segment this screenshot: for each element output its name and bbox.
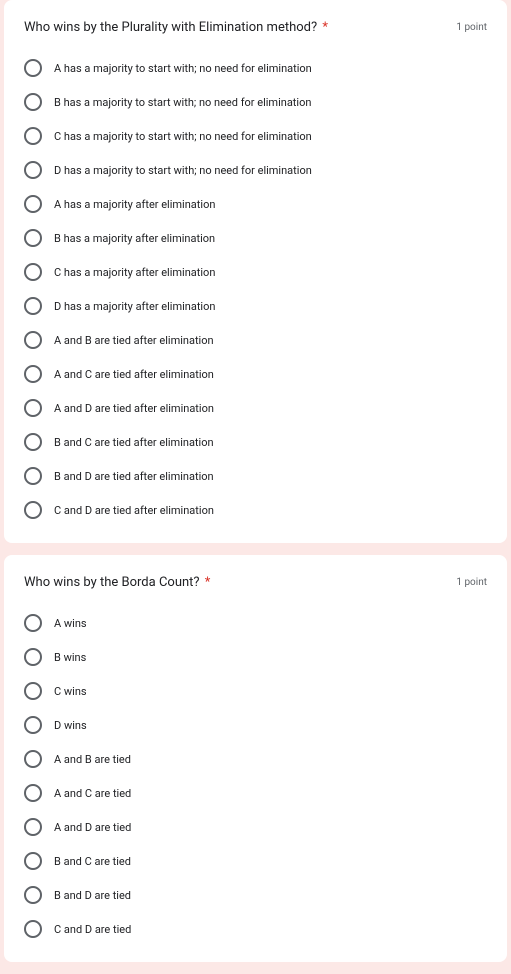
- option-label: B has a majority after elimination: [54, 232, 215, 245]
- radio-icon: [24, 263, 42, 281]
- radio-option[interactable]: C has a majority to start with; no need …: [24, 119, 487, 153]
- radio-icon: [24, 501, 42, 519]
- radio-option[interactable]: A and B are tied after elimination: [24, 323, 487, 357]
- radio-option[interactable]: B and C are tied: [24, 844, 487, 878]
- option-label: A and D are tied after elimination: [54, 402, 214, 415]
- radio-icon: [24, 433, 42, 451]
- points-label: 1 point: [456, 20, 487, 33]
- radio-icon: [24, 59, 42, 77]
- radio-option[interactable]: B and C are tied after elimination: [24, 425, 487, 459]
- option-label: C wins: [54, 685, 87, 698]
- radio-icon: [24, 818, 42, 836]
- required-asterisk: *: [205, 575, 211, 590]
- option-label: A has a majority to start with; no need …: [54, 62, 312, 75]
- question-card: Who wins by the Borda Count? * 1 point A…: [4, 555, 507, 962]
- option-label: A has a majority after elimination: [54, 198, 215, 211]
- radio-option[interactable]: A and C are tied after elimination: [24, 357, 487, 391]
- radio-option[interactable]: C and D are tied after elimination: [24, 493, 487, 527]
- radio-icon: [24, 127, 42, 145]
- radio-icon: [24, 852, 42, 870]
- option-label: C and D are tied: [54, 923, 131, 936]
- radio-icon: [24, 93, 42, 111]
- required-asterisk: *: [322, 20, 328, 35]
- radio-option[interactable]: C has a majority after elimination: [24, 255, 487, 289]
- radio-option[interactable]: A and C are tied: [24, 776, 487, 810]
- radio-option[interactable]: D wins: [24, 708, 487, 742]
- radio-icon: [24, 467, 42, 485]
- option-label: B and D are tied: [54, 889, 131, 902]
- option-label: A and C are tied: [54, 787, 131, 800]
- option-label: A and C are tied after elimination: [54, 368, 214, 381]
- option-label: D wins: [54, 719, 87, 732]
- radio-icon: [24, 614, 42, 632]
- option-label: B wins: [54, 651, 86, 664]
- radio-icon: [24, 399, 42, 417]
- radio-option[interactable]: A has a majority to start with; no need …: [24, 51, 487, 85]
- radio-option[interactable]: A has a majority after elimination: [24, 187, 487, 221]
- option-label: B and C are tied: [54, 855, 131, 868]
- radio-icon: [24, 195, 42, 213]
- option-label: A and D are tied: [54, 821, 131, 834]
- radio-option[interactable]: B has a majority after elimination: [24, 221, 487, 255]
- radio-icon: [24, 784, 42, 802]
- radio-option[interactable]: A wins: [24, 606, 487, 640]
- option-label: B and C are tied after elimination: [54, 436, 214, 449]
- option-label: C and D are tied after elimination: [54, 504, 214, 517]
- radio-option[interactable]: A and D are tied after elimination: [24, 391, 487, 425]
- radio-option[interactable]: B and D are tied after elimination: [24, 459, 487, 493]
- radio-option[interactable]: C wins: [24, 674, 487, 708]
- radio-option[interactable]: B wins: [24, 640, 487, 674]
- radio-icon: [24, 297, 42, 315]
- radio-icon: [24, 229, 42, 247]
- radio-icon: [24, 716, 42, 734]
- radio-option[interactable]: B and D are tied: [24, 878, 487, 912]
- radio-option[interactable]: C and D are tied: [24, 912, 487, 946]
- option-label: A and B are tied: [54, 753, 131, 766]
- radio-option[interactable]: A and B are tied: [24, 742, 487, 776]
- question-title: Who wins by the Plurality with Eliminati…: [24, 20, 442, 35]
- radio-option[interactable]: D has a majority after elimination: [24, 289, 487, 323]
- option-label: B has a majority to start with; no need …: [54, 96, 311, 109]
- radio-icon: [24, 920, 42, 938]
- option-label: B and D are tied after elimination: [54, 470, 214, 483]
- question-header: Who wins by the Borda Count? * 1 point: [24, 575, 487, 590]
- radio-icon: [24, 331, 42, 349]
- radio-icon: [24, 365, 42, 383]
- radio-option[interactable]: B has a majority to start with; no need …: [24, 85, 487, 119]
- radio-icon: [24, 161, 42, 179]
- points-label: 1 point: [456, 575, 487, 588]
- question-title: Who wins by the Borda Count? *: [24, 575, 442, 590]
- question-card: Who wins by the Plurality with Eliminati…: [4, 0, 507, 543]
- radio-option[interactable]: D has a majority to start with; no need …: [24, 153, 487, 187]
- radio-option[interactable]: A and D are tied: [24, 810, 487, 844]
- question-text: Who wins by the Borda Count?: [24, 575, 200, 590]
- radio-icon: [24, 648, 42, 666]
- option-label: D has a majority to start with; no need …: [54, 164, 312, 177]
- radio-icon: [24, 750, 42, 768]
- option-label: D has a majority after elimination: [54, 300, 215, 313]
- question-header: Who wins by the Plurality with Eliminati…: [24, 20, 487, 35]
- option-label: A and B are tied after elimination: [54, 334, 214, 347]
- option-label: C has a majority after elimination: [54, 266, 215, 279]
- radio-icon: [24, 886, 42, 904]
- option-label: C has a majority to start with; no need …: [54, 130, 312, 143]
- question-text: Who wins by the Plurality with Eliminati…: [24, 20, 317, 35]
- option-label: A wins: [54, 617, 87, 630]
- radio-icon: [24, 682, 42, 700]
